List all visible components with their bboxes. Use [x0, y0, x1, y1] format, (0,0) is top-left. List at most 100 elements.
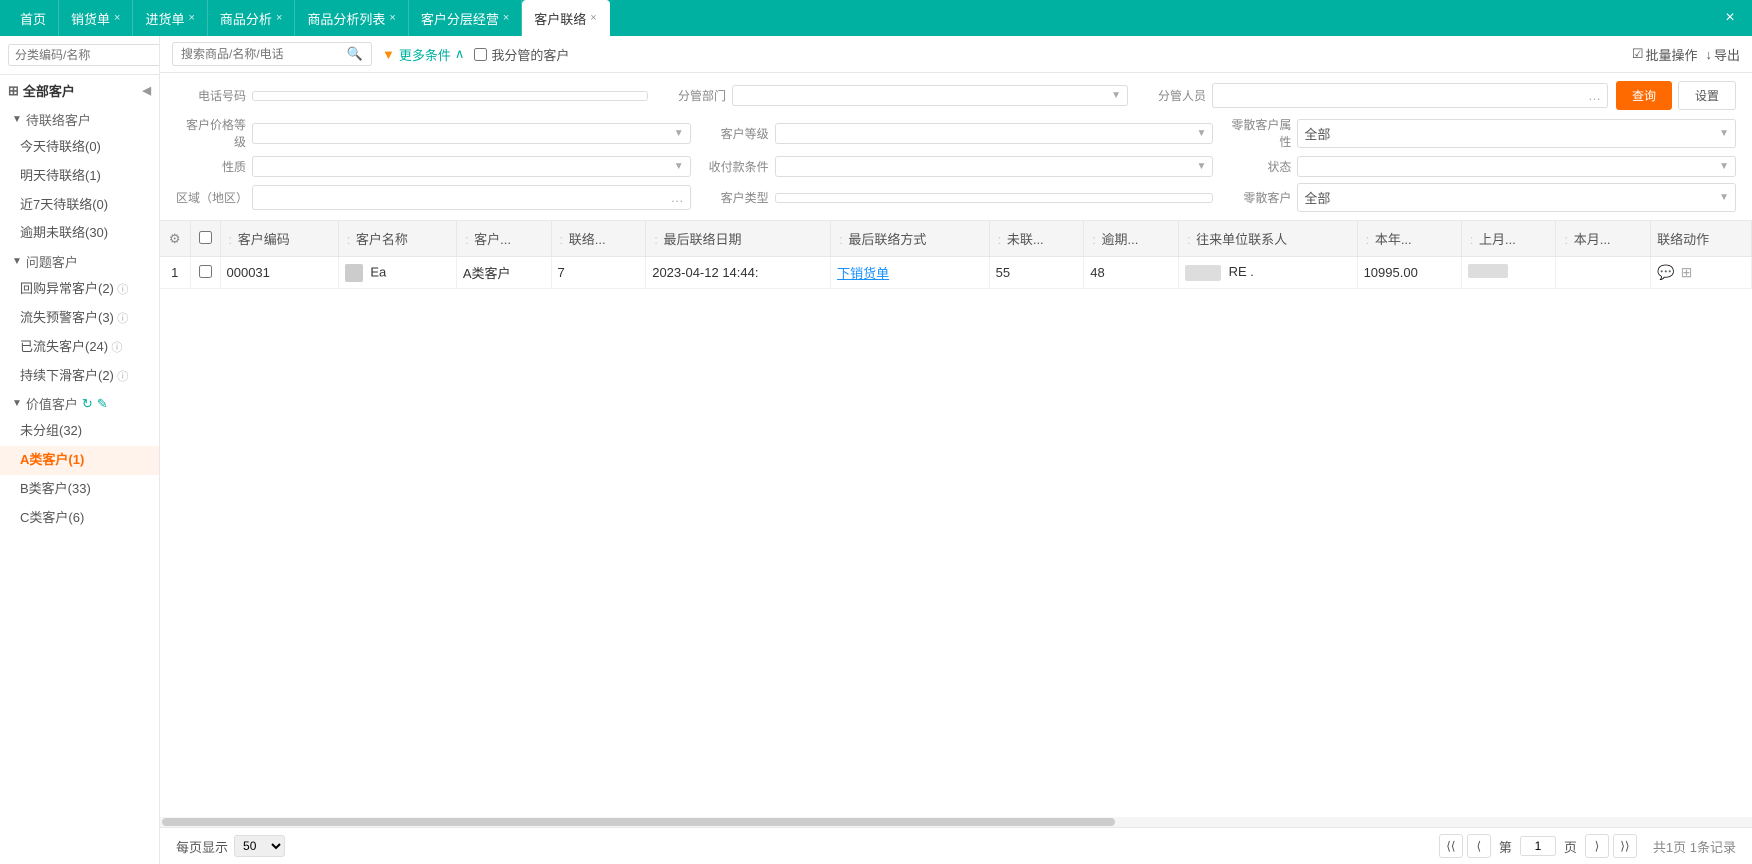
sidebar-item-overdue[interactable]: 逾期未联络(30) — [0, 219, 159, 248]
contact-method-link[interactable]: 下销货单 — [837, 266, 889, 281]
nav-customer-tier[interactable]: 客户分层经营 × — [409, 0, 522, 36]
customer-level-dropdown[interactable]: ▼ — [775, 123, 1214, 144]
col-last-date[interactable]: : 最后联络日期 — [646, 221, 831, 257]
nav-close-product-analysis[interactable]: × — [276, 12, 282, 24]
prev-page-btn[interactable]: ⟨ — [1467, 834, 1491, 858]
row-last-method: 下销货单 — [831, 257, 990, 289]
col-separator: : — [465, 232, 469, 247]
nature-dropdown[interactable]: ▼ — [252, 156, 691, 177]
advanced-filters: 电话号码 分管部门 ▼ 分管人员 … — [160, 73, 1752, 221]
first-page-btn[interactable]: ⟨⟨ — [1439, 834, 1463, 858]
nav-close-customer-contact[interactable]: × — [590, 12, 596, 24]
sidebar-item-class-c[interactable]: C类客户(6) — [0, 504, 159, 533]
region-input[interactable]: … — [252, 185, 691, 210]
nav-product-list[interactable]: 商品分析列表 × — [295, 0, 408, 36]
col-contact-person[interactable]: : 往来单位联系人 — [1178, 221, 1357, 257]
settings-btn[interactable]: 设置 — [1678, 81, 1736, 110]
phone-input[interactable] — [252, 91, 648, 101]
sidebar-search-input[interactable] — [8, 44, 160, 66]
last-page-btn[interactable]: ⟩⟩ — [1613, 834, 1637, 858]
payment-dropdown[interactable]: ▼ — [775, 156, 1214, 177]
gear-icon[interactable]: ⚙ — [169, 231, 181, 246]
page-input[interactable] — [1520, 836, 1556, 856]
next-page-btn[interactable]: ⟩ — [1585, 834, 1609, 858]
nav-close-product-list[interactable]: × — [389, 12, 395, 24]
app-close-btn[interactable]: × — [1716, 4, 1744, 32]
adv-filter-row-4: 区域（地区） … 客户类型 零散客户 全部 ▼ — [176, 183, 1736, 212]
row-checkbox[interactable] — [199, 265, 212, 278]
nav-customer-contact[interactable]: 客户联络 × — [522, 0, 609, 36]
field-price-level: 客户价格等级 ▼ — [176, 116, 691, 150]
col-last-month[interactable]: : 上月... — [1461, 221, 1556, 257]
dept-dropdown[interactable]: ▼ — [732, 85, 1128, 106]
col-code[interactable]: : 客户编码 — [220, 221, 338, 257]
manager-input[interactable]: … — [1212, 83, 1608, 108]
message-icon[interactable]: 💬 — [1657, 264, 1674, 281]
col-this-year[interactable]: : 本年... — [1357, 221, 1461, 257]
edit-icon[interactable]: ✎ — [97, 396, 108, 412]
row-contact-count: 7 — [551, 257, 646, 289]
field-customer-level: 客户等级 ▼ — [699, 123, 1214, 144]
col-contact-count[interactable]: : 联络... — [551, 221, 646, 257]
sidebar-item-repurchase-abnormal[interactable]: 回购异常客户(2) ⓘ — [0, 275, 159, 304]
col-actions: 联络动作 — [1651, 221, 1752, 257]
customer-type-input[interactable] — [775, 193, 1214, 203]
col-separator: : — [1187, 232, 1191, 247]
col-this-month[interactable]: : 本月... — [1556, 221, 1651, 257]
sidebar-item-churn-warning[interactable]: 流失预警客户(3) ⓘ — [0, 304, 159, 333]
arrow-icon: ▼ — [12, 256, 22, 267]
sidebar-item-class-a[interactable]: A类客户(1) — [0, 446, 159, 475]
nav-home[interactable]: 首页 — [8, 0, 59, 36]
nav-close-sales[interactable]: × — [114, 12, 120, 24]
col-name[interactable]: : 客户名称 — [338, 221, 456, 257]
nav-sales[interactable]: 销货单 × — [59, 0, 133, 36]
sidebar-item-tomorrow[interactable]: 明天待联络(1) — [0, 162, 159, 191]
checkbox-icon: ☑ — [1632, 46, 1644, 62]
field-manager: 分管人员 … — [1136, 83, 1608, 108]
status-dropdown[interactable]: ▼ — [1297, 156, 1736, 177]
group-pending-contact[interactable]: ▼ 待联络客户 — [0, 106, 159, 133]
col-overdue[interactable]: : 逾期... — [1084, 221, 1179, 257]
filter-more-btn[interactable]: ▼ 更多条件 ∧ — [380, 45, 466, 64]
retail-attr-dropdown[interactable]: 全部 ▼ — [1297, 119, 1736, 148]
select-all-checkbox[interactable] — [199, 231, 212, 244]
col-gear[interactable]: ⚙ — [160, 221, 190, 257]
nav-purchase[interactable]: 进货单 × — [133, 0, 207, 36]
sidebar-item-churned[interactable]: 已流失客户(24) ⓘ — [0, 333, 159, 362]
info-icon: ⓘ — [117, 371, 128, 383]
scrollbar-thumb[interactable] — [162, 818, 1115, 826]
sidebar-item-7days[interactable]: 近7天待联络(0) — [0, 191, 159, 220]
sidebar-item-class-b[interactable]: B类客户(33) — [0, 475, 159, 504]
query-btn[interactable]: 查询 — [1616, 81, 1672, 110]
nav-product-analysis[interactable]: 商品分析 × — [208, 0, 295, 36]
sidebar-collapse-btn[interactable]: ◀ — [143, 84, 151, 97]
col-no-contact[interactable]: : 未联... — [989, 221, 1084, 257]
col-last-method[interactable]: : 最后联络方式 — [831, 221, 990, 257]
retail-dropdown[interactable]: 全部 ▼ — [1297, 183, 1736, 212]
per-page-select[interactable]: 50 100 — [234, 835, 285, 857]
refresh-icon[interactable]: ↻ — [82, 396, 93, 412]
nav-close-purchase[interactable]: × — [188, 12, 194, 24]
info-icon: ⓘ — [117, 284, 128, 296]
col-type[interactable]: : 客户... — [456, 221, 551, 257]
col-separator: : — [1564, 232, 1568, 247]
sidebar-item-ungrouped[interactable]: 未分组(32) — [0, 417, 159, 446]
sidebar-item-declining[interactable]: 持续下滑客户(2) ⓘ — [0, 362, 159, 391]
group-problem-customers[interactable]: ▼ 问题客户 — [0, 248, 159, 275]
dropdown-arrow: ▼ — [1719, 161, 1729, 172]
sidebar-item-today[interactable]: 今天待联络(0) — [0, 133, 159, 162]
qr-icon[interactable]: ⊞ — [1681, 264, 1693, 281]
dropdown-arrow: ▼ — [674, 161, 684, 172]
nav-close-customer-tier[interactable]: × — [503, 12, 509, 24]
filter-search-icon[interactable]: 🔍 — [347, 46, 363, 62]
filter-search-input[interactable] — [181, 47, 347, 61]
price-level-dropdown[interactable]: ▼ — [252, 123, 691, 144]
batch-ops-btn[interactable]: ☑ 批量操作 — [1632, 45, 1698, 64]
horizontal-scrollbar[interactable] — [160, 817, 1752, 827]
group-value-customers[interactable]: ▼ 价值客户 ↻ ✎ — [0, 390, 159, 417]
arrow-icon: ▼ — [12, 398, 22, 409]
my-customers-checkbox[interactable] — [474, 48, 487, 61]
export-btn[interactable]: ↓ 导出 — [1705, 45, 1740, 64]
all-customers-header[interactable]: ⊞ 全部客户 ◀ — [0, 75, 159, 106]
col-separator: : — [654, 232, 658, 247]
